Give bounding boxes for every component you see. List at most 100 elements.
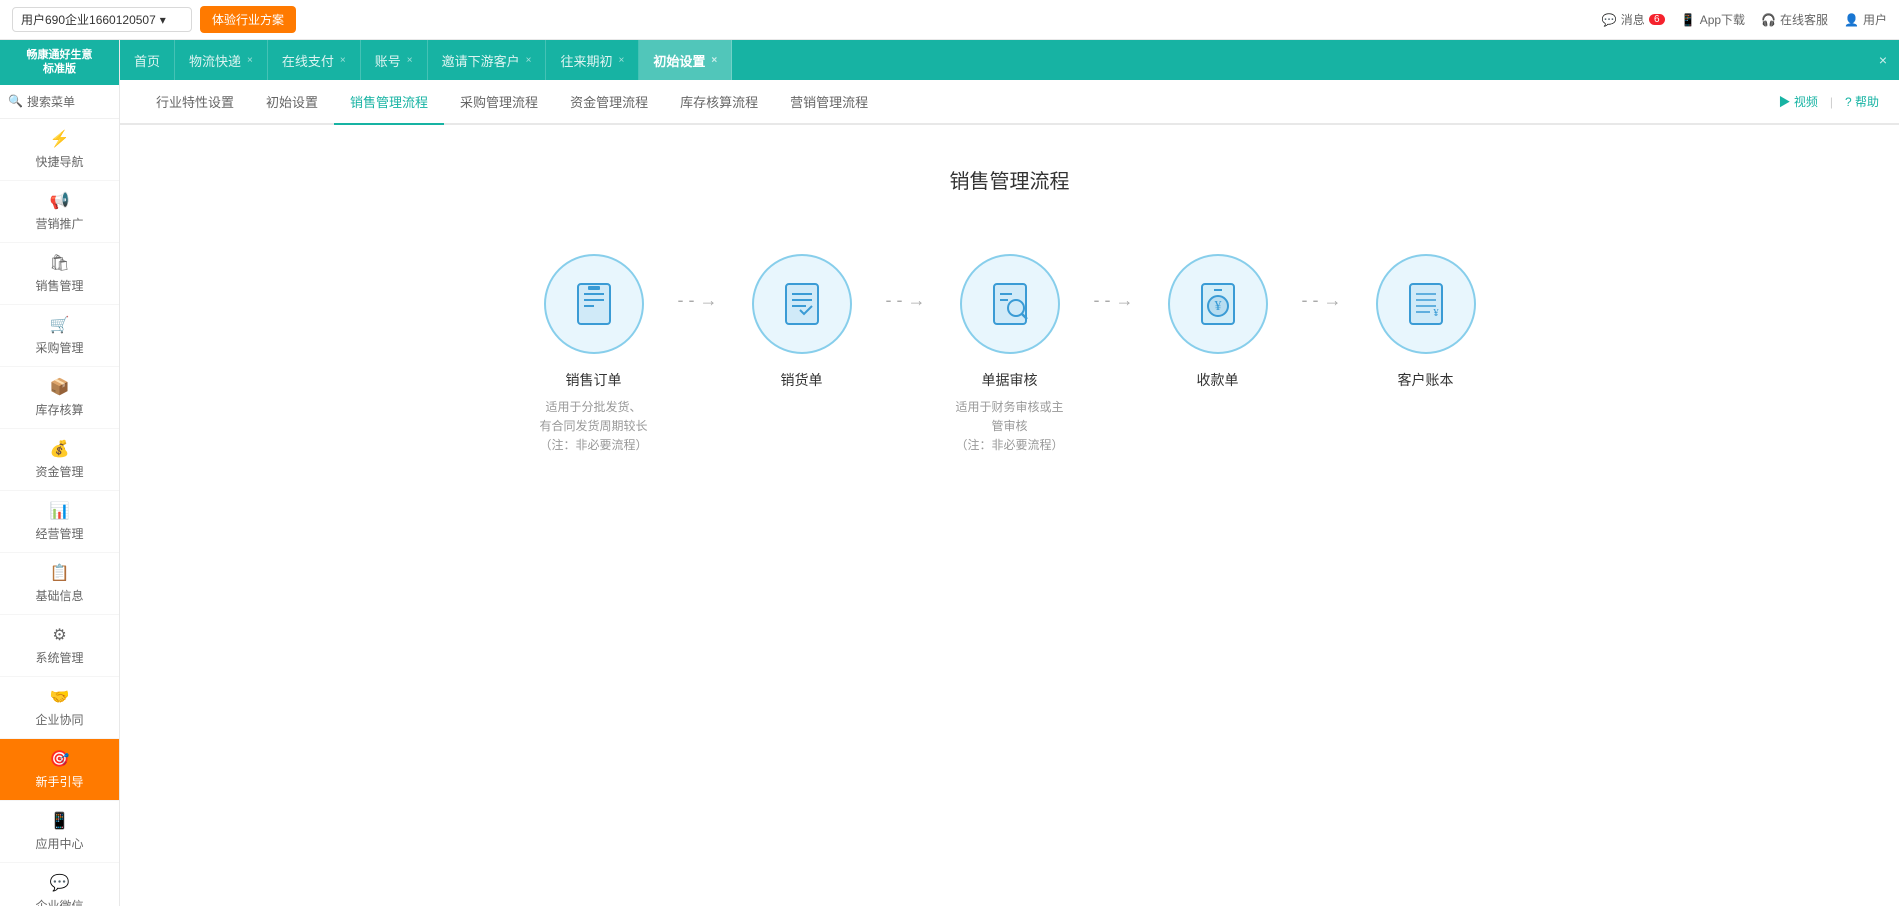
sidebar-item-finance-mgmt[interactable]: 💰 资金管理 <box>0 429 119 491</box>
inner-tab-marketing-flow[interactable]: 营销管理流程 <box>774 80 884 125</box>
experience-button[interactable]: 体验行业方案 <box>200 6 296 33</box>
nav-tab-init-settings-label: 初始设置 <box>653 51 705 70</box>
sidebar-item-label: 企业协同 <box>35 711 83 728</box>
nav-tab-account-close[interactable]: × <box>407 55 413 66</box>
sidebar-item-inventory[interactable]: 📦 库存核算 <box>0 367 119 429</box>
dropdown-icon: ▾ <box>160 13 166 27</box>
guide-icon: 🎯 <box>50 749 70 769</box>
receipt-circle: ¥ <box>1168 254 1268 354</box>
sidebar-item-label: 销售管理 <box>35 277 83 294</box>
inner-tab-sales-flow[interactable]: 销售管理流程 <box>334 80 444 125</box>
help-link[interactable]: ? 帮助 <box>1845 93 1879 110</box>
nav-tab-online-pay[interactable]: 在线支付 × <box>268 40 361 80</box>
sidebar-search[interactable]: 🔍 搜索菜单 <box>0 85 119 119</box>
sys-icon: ⚙ <box>52 625 66 645</box>
message-button[interactable]: 💬 消息 6 <box>1602 11 1665 28</box>
nav-tab-invite-close[interactable]: × <box>526 55 532 66</box>
sidebar-item-corp-wechat[interactable]: 💬 企业微信 <box>0 863 119 906</box>
nav-tab-logistics-label: 物流快递 <box>189 51 241 70</box>
user-label: 用户 <box>1863 11 1887 28</box>
sidebar-item-label: 经营管理 <box>35 525 83 542</box>
quick-nav-icon: ⚡ <box>50 129 70 149</box>
app-download-icon: 📱 <box>1681 13 1696 27</box>
svg-text:¥: ¥ <box>1433 307 1439 319</box>
nav-tab-period-init-close[interactable]: × <box>618 55 624 66</box>
headset-icon: 🎧 <box>1761 13 1776 27</box>
sidebar-item-label: 库存核算 <box>35 401 83 418</box>
sidebar-item-purchase-mgmt[interactable]: 🛒 采购管理 <box>0 305 119 367</box>
sidebar-item-label: 新手引导 <box>35 773 83 790</box>
arrow-2: - - → <box>886 254 926 311</box>
nav-tab-home[interactable]: 首页 <box>120 40 175 80</box>
base-info-icon: 📋 <box>50 563 70 583</box>
sidebar-item-label: 企业微信 <box>35 897 83 906</box>
sidebar-item-label: 营销推广 <box>35 215 83 232</box>
nav-tab-online-pay-close[interactable]: × <box>340 55 346 66</box>
customer-account-name: 客户账本 <box>1398 370 1454 390</box>
online-service-button[interactable]: 🎧 在线客服 <box>1761 11 1828 28</box>
arrow-3: - - → <box>1094 254 1134 311</box>
customer-account-circle: ¥ <box>1376 254 1476 354</box>
inner-tab-purchase-flow[interactable]: 采购管理流程 <box>444 80 554 125</box>
user-selector[interactable]: 用户690企业1660120507 ▾ <box>12 7 192 32</box>
logo-line1: 畅康通好生意 <box>27 48 93 62</box>
sidebar-item-label: 快捷导航 <box>35 153 83 170</box>
sidebar-item-quick-nav[interactable]: ⚡ 快捷导航 <box>0 119 119 181</box>
nav-tab-account[interactable]: 账号 × <box>361 40 428 80</box>
arrow-4: - - → <box>1302 254 1342 311</box>
message-badge: 6 <box>1649 14 1665 25</box>
inner-tabs: 行业特性设置 初始设置 销售管理流程 采购管理流程 资金管理流程 <box>120 80 1899 125</box>
sidebar-item-new-guide[interactable]: 🎯 新手引导 <box>0 739 119 801</box>
arrow-1: - - → <box>678 254 718 311</box>
marketing-icon: 📢 <box>50 191 70 211</box>
inner-tab-industry-settings[interactable]: 行业特性设置 <box>140 80 250 125</box>
finance-icon: 💰 <box>50 439 70 459</box>
inner-tab-finance-flow[interactable]: 资金管理流程 <box>554 80 664 125</box>
sales-order-name: 销售订单 <box>566 370 622 390</box>
nav-tab-init-settings[interactable]: 初始设置 × <box>639 40 732 80</box>
sidebar-item-app-center[interactable]: 📱 应用中心 <box>0 801 119 863</box>
inner-tab-init-settings[interactable]: 初始设置 <box>250 80 334 125</box>
nav-tab-online-pay-label: 在线支付 <box>282 51 334 70</box>
sidebar-item-label: 系统管理 <box>35 649 83 666</box>
inner-tab-inventory-flow[interactable]: 库存核算流程 <box>664 80 774 125</box>
nav-tab-period-init-label: 往来期初 <box>560 51 612 70</box>
flow-diagram: 销售订单 适用于分批发货、有合同发货周期较长（注：非必要流程） - - → <box>140 254 1879 456</box>
sidebar-item-enterprise[interactable]: 🤝 企业协同 <box>0 677 119 739</box>
nav-tab-period-init[interactable]: 往来期初 × <box>546 40 639 80</box>
sidebar-item-base-info[interactable]: 📋 基础信息 <box>0 553 119 615</box>
enterprise-icon: 🤝 <box>50 687 70 707</box>
nav-tab-init-settings-close[interactable]: × <box>711 55 717 66</box>
search-icon: 🔍 <box>8 94 23 108</box>
sidebar-item-ops-mgmt[interactable]: 📊 经营管理 <box>0 491 119 553</box>
video-icon: ▶ <box>1778 95 1790 109</box>
receipt-name: 收款单 <box>1197 370 1239 390</box>
help-icon: ? <box>1845 95 1852 109</box>
user-profile-button[interactable]: 👤 用户 <box>1844 11 1887 28</box>
message-label: 消息 <box>1621 11 1645 28</box>
close-all-tabs-button[interactable]: × <box>1867 52 1899 68</box>
flow-step-doc-audit: 单据审核 适用于财务审核或主管审核（注：非必要流程） <box>930 254 1090 456</box>
invoice-name: 销货单 <box>781 370 823 390</box>
doc-audit-name: 单据审核 <box>982 370 1038 390</box>
flow-step-customer-account: ¥ 客户账本 <box>1346 254 1506 398</box>
sidebar-item-label: 应用中心 <box>35 835 83 852</box>
video-link[interactable]: ▶ 视频 <box>1778 93 1817 110</box>
nav-tab-invite-downstream[interactable]: 邀请下游客户 × <box>428 40 547 80</box>
nav-tab-logistics[interactable]: 物流快递 × <box>175 40 268 80</box>
nav-tab-home-label: 首页 <box>134 51 160 70</box>
logo-line2: 标准版 <box>27 62 93 76</box>
nav-tab-logistics-close[interactable]: × <box>247 55 253 66</box>
sidebar-item-sys-mgmt[interactable]: ⚙ 系统管理 <box>0 615 119 677</box>
sales-order-desc: 适用于分批发货、有合同发货周期较长（注：非必要流程） <box>539 398 647 456</box>
sidebar-item-sales-mgmt[interactable]: 🛍 销售管理 <box>0 243 119 305</box>
sidebar-item-marketing-promo[interactable]: 📢 营销推广 <box>0 181 119 243</box>
flow-section: 销售管理流程 销售订单 <box>120 125 1899 496</box>
flow-step-invoice: 销货单 <box>722 254 882 398</box>
app-download-label: App下载 <box>1700 11 1745 28</box>
flow-step-receipt: ¥ 收款单 <box>1138 254 1298 398</box>
purchase-icon: 🛒 <box>50 315 70 335</box>
flow-title: 销售管理流程 <box>140 165 1879 194</box>
app-download-button[interactable]: 📱 App下载 <box>1681 11 1745 28</box>
sidebar-item-label: 基础信息 <box>35 587 83 604</box>
